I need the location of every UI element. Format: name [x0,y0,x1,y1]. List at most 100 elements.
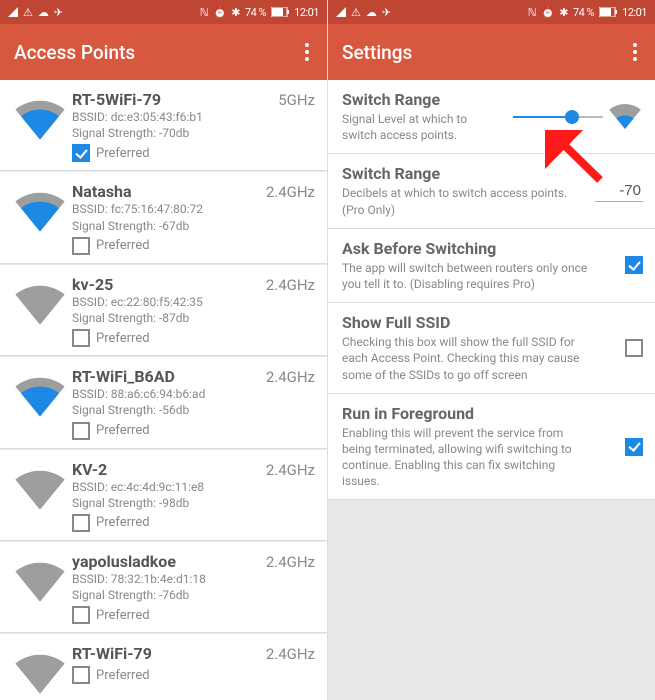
setting-checkbox[interactable] [625,339,643,357]
ap-name: kv-25 [72,275,113,294]
wifi-warn-icon: ⚠ [351,6,361,19]
access-point-item[interactable]: kv-25 2.4GHz BSSID: ec:22:80:f5:42:35 Si… [0,265,327,356]
app-bar: Settings [328,24,655,80]
access-point-item[interactable]: KV-2 2.4GHz BSSID: ec:4c:4d:9c:11:e8 Sig… [0,450,327,541]
ap-bssid: BSSID: 78:32:1b:4e:d1:18 [72,571,315,587]
ap-band: 2.4GHz [266,645,315,663]
preferred-label: Preferred [96,608,150,623]
ap-band: 2.4GHz [266,461,315,479]
ap-signal: Signal Strength: -70db [72,125,315,141]
access-point-item[interactable]: RT-5WiFi-79 5GHz BSSID: dc:e3:05:43:f6:b… [0,80,327,171]
setting-title: Switch Range [342,164,585,183]
ap-bssid: BSSID: fc:75:16:47:80:72 [72,201,315,217]
status-bar: ⚠ ☁ ✈ ℕ ⏰ ✱ 74 % 12:01 [328,0,655,24]
setting-desc: The app will switch between routers only… [342,260,593,292]
cloud-icon: ☁ [366,6,377,19]
nfc-icon: ℕ [200,6,208,19]
cloud-icon: ☁ [38,6,49,19]
setting-item[interactable]: Switch Range Signal Level at which to sw… [328,80,655,154]
ap-name: Natasha [72,182,132,201]
wifi-icon [12,650,68,694]
preferred-checkbox[interactable] [72,666,90,684]
setting-item[interactable]: Run in Foreground Enabling this will pre… [328,394,655,501]
ap-signal: Signal Strength: -87db [72,310,315,326]
setting-desc: Decibels at which to switch access point… [342,185,585,217]
nfc-icon: ℕ [528,6,536,19]
access-point-item[interactable]: RT-WiFi-79 2.4GHz Preferred [0,634,327,700]
preferred-checkbox[interactable] [72,329,90,347]
ap-signal: Signal Strength: -98db [72,495,315,511]
ap-bssid: BSSID: ec:4c:4d:9c:11:e8 [72,479,315,495]
clock: 12:01 [294,6,319,19]
bluetooth-icon: ✱ [559,6,568,19]
battery-icon [599,7,617,17]
access-point-list: RT-5WiFi-79 5GHz BSSID: dc:e3:05:43:f6:b… [0,80,327,700]
ap-band: 2.4GHz [266,183,315,201]
status-bar: ⚠ ☁ ✈ ℕ ⏰ ✱ 74 % 12:01 [0,0,327,24]
ap-name: KV-2 [72,460,107,479]
preferred-checkbox[interactable] [72,606,90,624]
switch-range-input[interactable] [595,180,643,202]
ap-band: 2.4GHz [266,368,315,386]
setting-checkbox[interactable] [625,256,643,274]
ap-signal: Signal Strength: -76db [72,587,315,603]
setting-desc: Enabling this will prevent the service f… [342,425,593,490]
ap-signal: Signal Strength: -56db [72,402,315,418]
page-title: Settings [342,41,412,64]
setting-item[interactable]: Show Full SSID Checking this box will sh… [328,303,655,394]
ap-bssid: BSSID: ec:22:80:f5:42:35 [72,294,315,310]
ap-band: 2.4GHz [266,553,315,571]
switch-range-slider[interactable] [513,105,603,129]
alarm-icon: ⏰ [541,6,554,19]
preferred-checkbox[interactable] [72,422,90,440]
overflow-menu-button[interactable] [629,35,641,69]
preferred-checkbox[interactable] [72,514,90,532]
wifi-icon [12,188,68,232]
wifi-warn-icon: ⚠ [23,6,33,19]
access-point-item[interactable]: yapolusladkoe 2.4GHz BSSID: 78:32:1b:4e:… [0,542,327,633]
wifi-icon [12,466,68,510]
ap-name: RT-WiFi_B6AD [72,367,175,386]
overflow-menu-button[interactable] [301,35,313,69]
setting-checkbox[interactable] [625,438,643,456]
preferred-label: Preferred [96,146,150,161]
preferred-label: Preferred [96,515,150,530]
settings-list: Switch Range Signal Level at which to sw… [328,80,655,500]
preferred-label: Preferred [96,238,150,253]
setting-item[interactable]: Switch Range Decibels at which to switch… [328,154,655,228]
access-point-item[interactable]: Natasha 2.4GHz BSSID: fc:75:16:47:80:72 … [0,172,327,263]
preferred-label: Preferred [96,331,150,346]
signal-icon [8,7,18,17]
battery-percent: 74 % [245,6,266,19]
preferred-label: Preferred [96,668,150,683]
app-bar: Access Points [0,24,327,80]
wifi-icon [12,558,68,602]
alarm-icon: ⏰ [213,6,226,19]
battery-percent: 74 % [573,6,594,19]
ap-bssid: BSSID: 88:a6:c6:94:b6:ad [72,386,315,402]
ap-band: 5GHz [278,91,315,109]
setting-desc: Signal Level at which to switch access p… [342,111,503,143]
ap-name: RT-5WiFi-79 [72,90,161,109]
battery-icon [271,7,289,17]
preferred-checkbox[interactable] [72,237,90,255]
setting-item[interactable]: Ask Before Switching The app will switch… [328,229,655,303]
preferred-checkbox[interactable] [72,144,90,162]
signal-icon [336,7,346,17]
setting-title: Run in Foreground [342,404,593,423]
wifi-icon [12,373,68,417]
ap-name: RT-WiFi-79 [72,644,152,663]
setting-desc: Checking this box will show the full SSI… [342,334,593,383]
page-title: Access Points [14,41,135,64]
wifi-icon [12,96,68,140]
ap-bssid: BSSID: dc:e3:05:43:f6:b1 [72,109,315,125]
plane-icon: ✈ [54,6,63,19]
preferred-label: Preferred [96,423,150,438]
screen-access-points: ⚠ ☁ ✈ ℕ ⏰ ✱ 74 % 12:01 Access Points RT-… [0,0,327,700]
ap-signal: Signal Strength: -67db [72,218,315,234]
setting-title: Show Full SSID [342,313,593,332]
ap-band: 2.4GHz [266,276,315,294]
setting-title: Switch Range [342,90,503,109]
plane-icon: ✈ [382,6,391,19]
access-point-item[interactable]: RT-WiFi_B6AD 2.4GHz BSSID: 88:a6:c6:94:b… [0,357,327,448]
